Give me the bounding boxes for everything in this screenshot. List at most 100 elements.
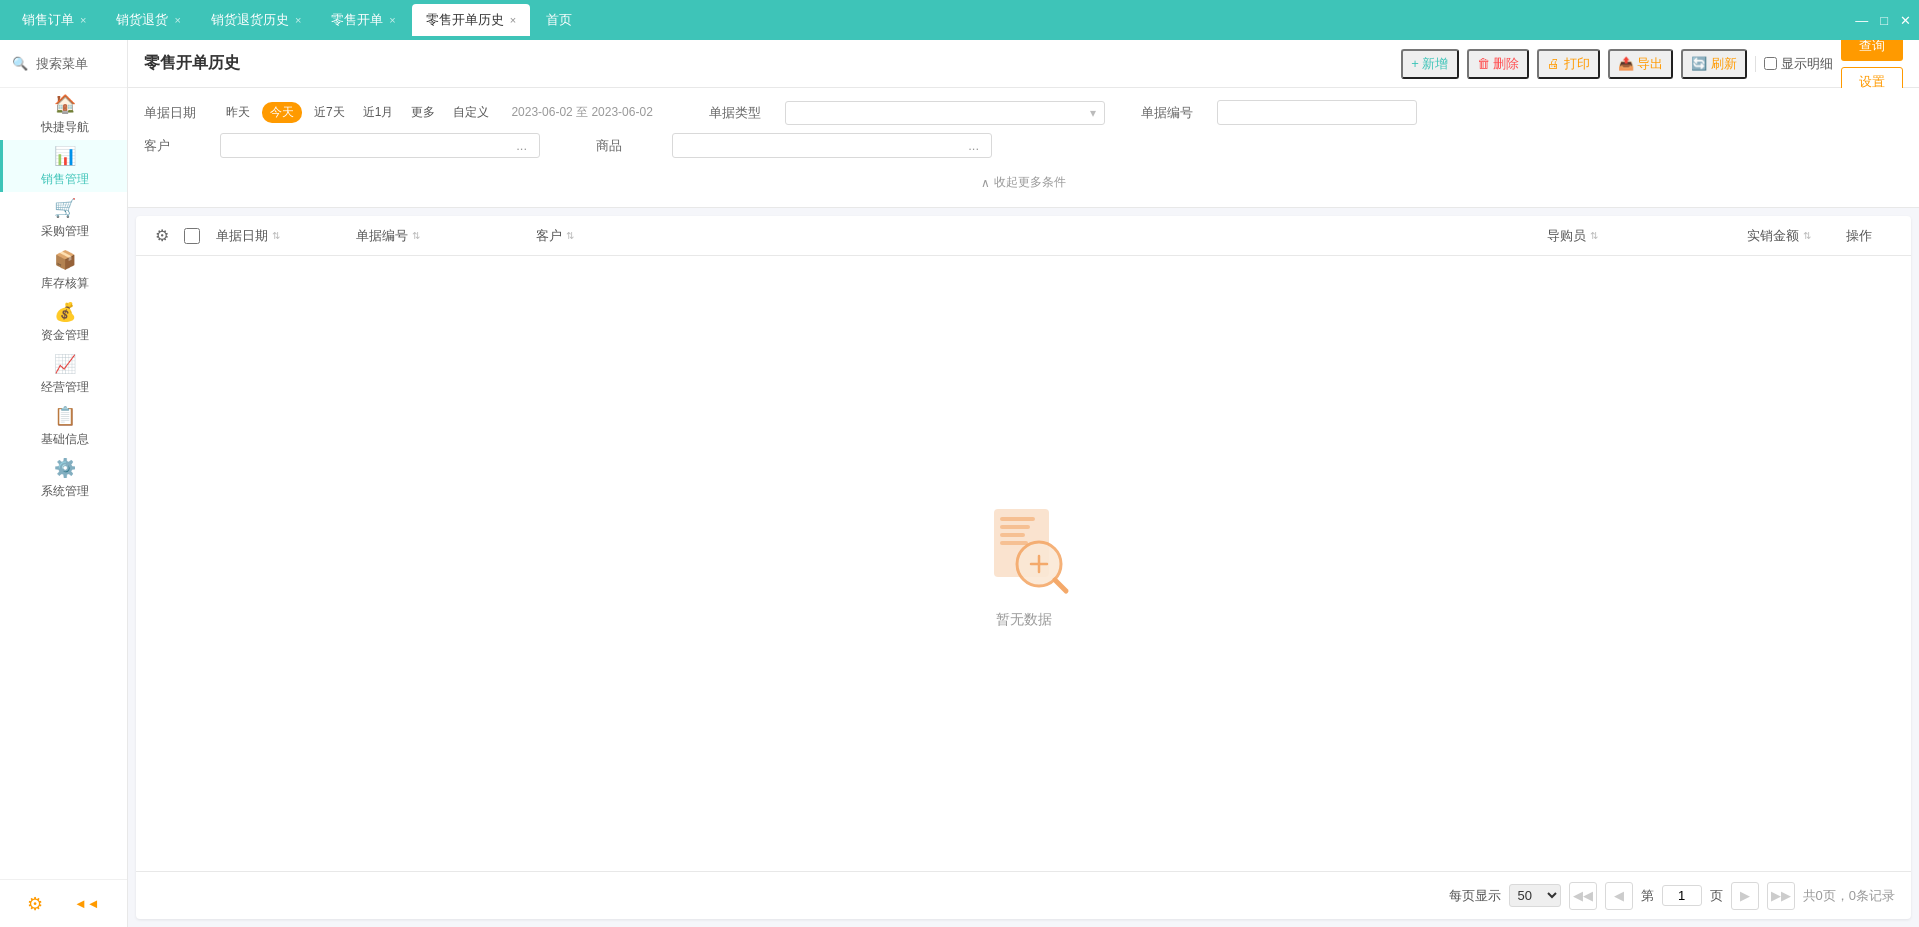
page-total-label: 页 [1710,887,1723,905]
maximize-btn[interactable]: □ [1880,13,1888,28]
order-type-label: 单据类型 [709,104,769,122]
sidebar-item-inventory[interactable]: 📦 库存核算 [0,244,127,296]
tab-close-sales-return-history[interactable]: × [295,14,301,26]
sidebar-icon-basic-info: 📋 [54,405,76,427]
order-no-input[interactable] [1217,100,1417,125]
sidebar-label-quick-nav: 快捷导航 [41,119,89,136]
th-customer-sort: ⇅ [566,230,574,241]
tab-retail-open[interactable]: 零售开单 × [317,4,409,36]
customer-dots[interactable]: ... [512,138,531,153]
th-amount-label: 实销金额 [1747,227,1799,245]
svg-rect-4 [1000,541,1028,545]
minimize-btn[interactable]: — [1855,13,1868,28]
sidebar-label-finance: 资金管理 [41,327,89,344]
close-btn[interactable]: ✕ [1900,13,1911,28]
date-label: 单据日期 [144,104,204,122]
goods-label: 商品 [596,137,656,155]
refresh-button[interactable]: 🔄 刷新 [1681,49,1747,79]
order-no-label: 单据编号 [1141,104,1201,122]
sidebar-label-system: 系统管理 [41,483,89,500]
display-detail-label[interactable]: 显示明细 [1764,55,1833,73]
customer-label: 客户 [144,137,204,155]
tab-label-retail-history: 零售开单历史 [426,11,504,29]
tab-close-retail-history[interactable]: × [510,14,516,26]
last-page-btn[interactable]: ▶▶ [1767,882,1795,910]
total-info: 共0页，0条记录 [1803,887,1895,905]
tab-label-sales-return-history: 销货退货历史 [211,11,289,29]
th-order-no[interactable]: 单据编号 ⇅ [348,227,528,245]
page-number-input[interactable] [1662,885,1702,906]
th-order-no-sort: ⇅ [412,230,420,241]
tab-sales-return-history[interactable]: 销货退货历史 × [197,4,315,36]
add-button[interactable]: + 新增 [1401,49,1458,79]
tab-sales-return[interactable]: 销货退货× [102,4,194,36]
page-title: 零售开单历史 [144,53,240,74]
sidebar-item-quick-nav[interactable]: 🏠快捷导航 [0,88,127,140]
filter-row-2: 客户 ... 商品 ... [144,133,1903,158]
tab-close-sales-order[interactable]: × [80,14,86,26]
th-guide[interactable]: 导购员 ⇅ [1539,227,1679,245]
table-section: ⚙ 单据日期 ⇅ 单据编号 ⇅ 客户 ⇅ [136,216,1911,919]
prev-page-btn[interactable]: ◀ [1605,882,1633,910]
print-button[interactable]: 🖨 打印 [1537,49,1600,79]
per-page-select[interactable]: 50 10 20 100 [1509,884,1561,907]
sidebar-item-finance[interactable]: 💰 资金管理 [0,296,127,348]
sidebar-item-system[interactable]: ⚙️系统管理 [0,452,127,504]
next-page-btn[interactable]: ▶ [1731,882,1759,910]
empty-state: 暂无数据 [136,256,1911,871]
svg-line-6 [1055,580,1066,591]
sidebar: 🔍 搜索菜单 🏠快捷导航📊销售管理🛒采购管理 📦 库存核算 💰 资金管理 📈经营管理 📋 基础… [0,40,128,927]
date-btn-more[interactable]: 更多 [405,102,441,123]
sidebar-settings-icon[interactable]: ⚙ [27,893,43,915]
query-button[interactable]: 查询 [1841,40,1903,61]
page-header: 零售开单历史 + 新增 🗑 删除 🖨 打印 📤 导出 🔄 刷新 显示明细 查询 … [128,40,1919,88]
tab-home[interactable]: 首页 [532,4,586,36]
order-type-select[interactable]: ▾ [785,101,1105,125]
sidebar-collapse-icon[interactable]: ◄◄ [74,896,100,911]
tab-sales-order[interactable]: 销售订单× [8,4,100,36]
sidebar-search[interactable]: 🔍 搜索菜单 [0,40,127,88]
svg-rect-1 [1000,517,1035,521]
th-customer[interactable]: 客户 ⇅ [528,227,1539,245]
date-btn-last_month[interactable]: 近1月 [357,102,400,123]
customer-select[interactable]: ... [220,133,540,158]
tab-retail-history[interactable]: 零售开单历史 × [412,4,530,36]
th-date[interactable]: 单据日期 ⇅ [208,227,348,245]
tab-label-retail-open: 零售开单 [331,11,383,29]
delete-button[interactable]: 🗑 删除 [1467,49,1530,79]
sidebar-item-purchase-mgmt[interactable]: 🛒采购管理 [0,192,127,244]
sidebar-item-sales-mgmt[interactable]: 📊销售管理 [0,140,127,192]
empty-icon [974,499,1074,599]
svg-rect-3 [1000,533,1025,537]
select-all-checkbox[interactable] [184,228,200,244]
sidebar-icon-inventory: 📦 [54,249,76,271]
sidebar-bottom: ⚙ ◄◄ [0,879,127,927]
th-guide-sort: ⇅ [1590,230,1598,241]
sidebar-item-operations[interactable]: 📈经营管理 [0,348,127,400]
tab-close-sales-return[interactable]: × [174,14,180,26]
date-btn-custom[interactable]: 自定义 [447,102,495,123]
sidebar-icon-operations: 📈 [54,353,76,375]
display-detail-text: 显示明细 [1781,55,1833,73]
date-btn-today[interactable]: 今天 [262,102,302,123]
th-customer-label: 客户 [536,227,562,245]
tab-close-retail-open[interactable]: × [389,14,395,26]
display-detail-checkbox[interactable] [1764,57,1777,70]
sidebar-label-basic-info: 基础信息 [41,431,89,448]
goods-dots[interactable]: ... [964,138,983,153]
first-page-btn[interactable]: ◀◀ [1569,882,1597,910]
table-settings-icon[interactable]: ⚙ [148,222,176,250]
collapse-button[interactable]: ∧ 收起更多条件 [977,170,1070,195]
pagination: 每页显示 50 10 20 100 ◀◀ ◀ 第 页 ▶ ▶▶ 共0页，0条记录 [136,871,1911,919]
date-btn-last7[interactable]: 近7天 [308,102,351,123]
content-area: 零售开单历史 + 新增 🗑 删除 🖨 打印 📤 导出 🔄 刷新 显示明细 查询 … [128,40,1919,927]
table-toolbar: ⚙ 单据日期 ⇅ 单据编号 ⇅ 客户 ⇅ [136,216,1911,256]
th-amount[interactable]: 实销金额 ⇅ [1679,227,1819,245]
export-button[interactable]: 📤 导出 [1608,49,1674,79]
goods-select[interactable]: ... [672,133,992,158]
filter-section: 单据日期 昨天今天近7天近1月更多自定义 2023-06-02 至 2023-0… [128,88,1919,208]
date-btn-yesterday[interactable]: 昨天 [220,102,256,123]
sidebar-icon-finance: 💰 [54,301,76,323]
sidebar-label-inventory: 库存核算 [41,275,89,292]
sidebar-item-basic-info[interactable]: 📋 基础信息 [0,400,127,452]
